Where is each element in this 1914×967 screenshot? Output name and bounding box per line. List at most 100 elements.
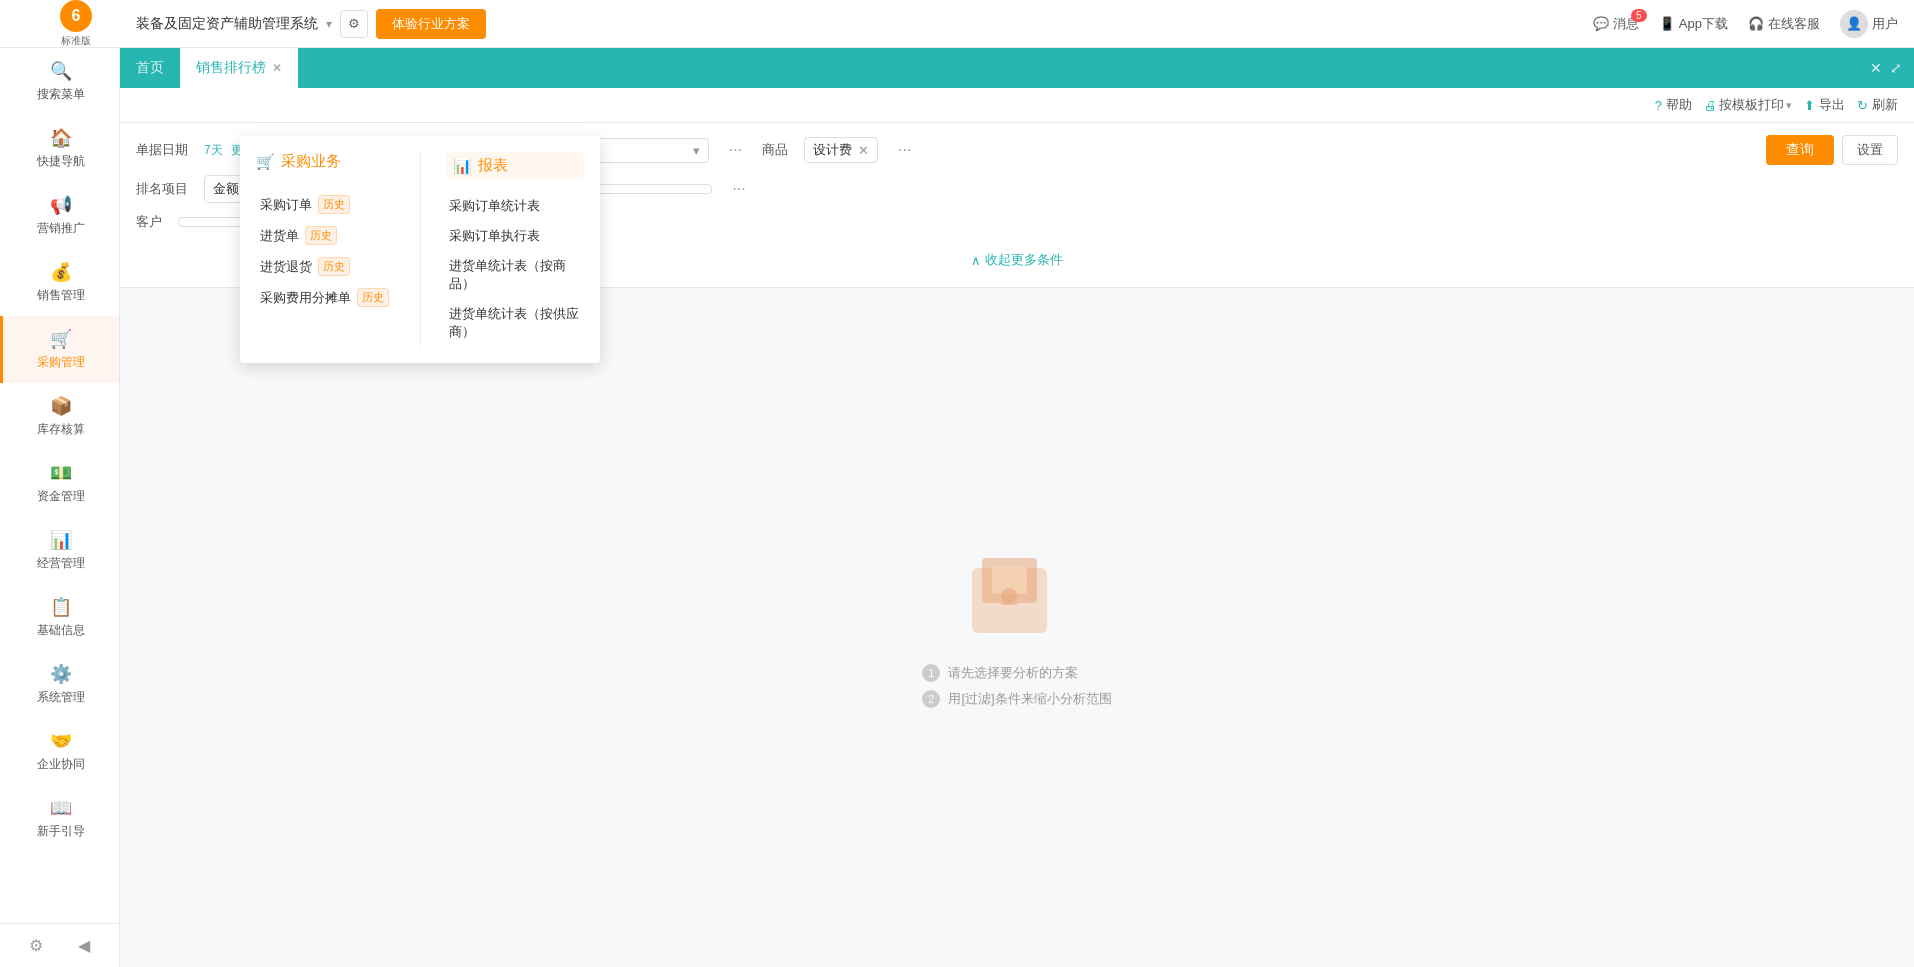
reports-col: 📊 报表 采购订单统计表 采购订单执行表 进货单统计表（按商品） 进货单统计表（… — [445, 152, 585, 347]
history-badge-0: 历史 — [318, 195, 350, 214]
refresh-icon: ↻ — [1857, 98, 1868, 113]
dropdown-item-stock-in[interactable]: 进货单 历史 — [256, 220, 396, 251]
goods-chip-value: 设计费 — [813, 141, 852, 159]
sidebar-item-purchase[interactable]: 🛒 采购管理 — [0, 316, 119, 383]
status-more-button[interactable]: ··· — [725, 141, 746, 159]
purchase-dropdown-menu: 🛒 采购业务 采购订单 历史 进货单 历史 进货退货 历史 采购费用分摊单 — [240, 136, 600, 363]
sidebar-collapse-button[interactable]: ◀ — [78, 936, 90, 955]
sidebar-item-base-info[interactable]: 📋 基础信息 — [0, 584, 119, 651]
help-label: 帮助 — [1666, 96, 1692, 114]
dropdown-item-stock-stats-goods[interactable]: 进货单统计表（按商品） — [445, 251, 585, 299]
guide-icon: 📖 — [50, 797, 72, 819]
goods-chip-close[interactable]: ✕ — [858, 143, 869, 158]
date-label: 单据日期 — [136, 141, 188, 159]
empty-illustration — [957, 548, 1077, 648]
tab-minimize-icon[interactable]: ✕ — [1870, 60, 1882, 76]
sidebar-item-inventory-label: 库存核算 — [37, 421, 85, 438]
operations-icon: 📊 — [50, 529, 72, 551]
empty-hints: 1 请先选择要分析的方案 2 用[过滤]条件来缩小分析范围 — [922, 664, 1111, 708]
print-button[interactable]: 🖨 按模板打印 ▾ — [1704, 96, 1792, 114]
dropdown-item-stock-stats-supplier[interactable]: 进货单统计表（按供应商） — [445, 299, 585, 347]
sidebar-item-sales[interactable]: 💰 销售管理 — [0, 249, 119, 316]
help-icon: ? — [1655, 98, 1662, 113]
svg-point-3 — [1001, 588, 1017, 604]
message-icon: 💬 — [1593, 16, 1609, 31]
sidebar-item-base-info-label: 基础信息 — [37, 622, 85, 639]
tab-home[interactable]: 首页 — [120, 48, 180, 88]
set-button[interactable]: 设置 — [1842, 135, 1898, 165]
goods-more-button[interactable]: ··· — [894, 141, 915, 159]
online-service-label: 在线客服 — [1768, 15, 1820, 33]
user-area[interactable]: 👤 用户 — [1840, 10, 1898, 38]
sidebar-item-operations[interactable]: 📊 经营管理 — [0, 517, 119, 584]
dropdown-item-purchase-expense-label: 采购费用分摊单 — [260, 289, 351, 307]
tab-sales-rank[interactable]: 销售排行榜 ✕ — [180, 48, 298, 88]
finance-icon: 💵 — [50, 462, 72, 484]
sidebar-item-enterprise[interactable]: 🤝 企业协同 — [0, 718, 119, 785]
messages-button[interactable]: 💬 消息 5 — [1593, 15, 1639, 33]
home-icon: 🏠 — [50, 127, 72, 149]
sidebar-settings-button[interactable]: ⚙ — [29, 936, 43, 955]
sidebar-item-purchase-label: 采购管理 — [37, 354, 85, 371]
sidebar-item-quick-nav[interactable]: 🏠 快捷导航 — [0, 115, 119, 182]
search-icon: 🔍 — [50, 60, 72, 82]
sidebar-item-guide[interactable]: 📖 新手引导 — [0, 785, 119, 852]
hint-num-1: 1 — [922, 664, 940, 682]
dropdown-item-stock-return[interactable]: 进货退货 历史 — [256, 251, 396, 282]
app-download-label: App下载 — [1679, 15, 1728, 33]
user-name: 用户 — [1872, 15, 1898, 33]
history-badge-3: 历史 — [357, 288, 389, 307]
app-download-button[interactable]: 📱 App下载 — [1659, 15, 1728, 33]
sidebar-item-operations-label: 经营管理 — [37, 555, 85, 572]
collapse-button[interactable]: ∧ 收起更多条件 — [971, 245, 1063, 275]
sidebar-item-guide-label: 新手引导 — [37, 823, 85, 840]
dropdown-item-order-stats-label: 采购订单统计表 — [449, 197, 540, 215]
help-button[interactable]: ? 帮助 — [1655, 96, 1692, 114]
system-title-arrow-icon[interactable]: ▾ — [326, 17, 332, 31]
print-icon: 🖨 — [1704, 98, 1717, 113]
toolbar: ? 帮助 🖨 按模板打印 ▾ ⬆ 导出 ↻ 刷新 — [120, 88, 1914, 123]
action-buttons: 查询 设置 — [1766, 135, 1898, 165]
system-title-area: 装备及固定资产辅助管理系统 ▾ ⚙ 体验行业方案 — [136, 9, 1593, 39]
dropdown-item-stock-stats-supplier-label: 进货单统计表（按供应商） — [449, 305, 581, 341]
sidebar-item-quick-nav-label: 快捷导航 — [37, 153, 85, 170]
logo-subtitle: 标准版 — [61, 34, 91, 48]
dropdown-item-purchase-order-label: 采购订单 — [260, 196, 312, 214]
online-service-button[interactable]: 🎧 在线客服 — [1748, 15, 1820, 33]
query-button[interactable]: 查询 — [1766, 135, 1834, 165]
purchase-icon: 🛒 — [50, 328, 72, 350]
date-shortcut-7d[interactable]: 7天 — [204, 142, 223, 159]
sidebar-item-inventory[interactable]: 📦 库存核算 — [0, 383, 119, 450]
dropdown-item-purchase-order[interactable]: 采购订单 历史 — [256, 189, 396, 220]
salesperson-more-button[interactable]: ··· — [728, 180, 749, 198]
tab-close-icon[interactable]: ✕ — [272, 61, 282, 75]
tab-sales-rank-label: 销售排行榜 — [196, 59, 266, 77]
export-button[interactable]: ⬆ 导出 — [1804, 96, 1845, 114]
sidebar-item-system[interactable]: ⚙️ 系统管理 — [0, 651, 119, 718]
dropdown-item-order-exec[interactable]: 采购订单执行表 — [445, 221, 585, 251]
history-badge-2: 历史 — [318, 257, 350, 276]
print-label: 按模板打印 — [1719, 96, 1784, 114]
reports-col-title: 📊 报表 — [445, 152, 585, 179]
refresh-button[interactable]: ↻ 刷新 — [1857, 96, 1898, 114]
dropdown-item-purchase-expense[interactable]: 采购费用分摊单 历史 — [256, 282, 396, 313]
collapse-label: 收起更多条件 — [985, 251, 1063, 269]
sidebar-item-marketing-label: 营销推广 — [37, 220, 85, 237]
user-avatar: 👤 — [1840, 10, 1868, 38]
refresh-label: 刷新 — [1872, 96, 1898, 114]
content-area: 首页 销售排行榜 ✕ ✕ ⤢ ? 帮助 🖨 按模板打印 ▾ ⬆ — [120, 48, 1914, 967]
sidebar-item-marketing[interactable]: 📢 营销推广 — [0, 182, 119, 249]
sidebar-item-search[interactable]: 🔍 搜索菜单 — [0, 48, 119, 115]
tab-fullscreen-icon[interactable]: ⤢ — [1890, 60, 1902, 76]
dropdown-item-stock-in-label: 进货单 — [260, 227, 299, 245]
collapse-up-icon: ∧ — [971, 253, 981, 268]
settings-icon[interactable]: ⚙ — [340, 10, 368, 38]
dropdown-item-order-stats[interactable]: 采购订单统计表 — [445, 191, 585, 221]
main-content-area: 1 请先选择要分析的方案 2 用[过滤]条件来缩小分析范围 — [120, 288, 1914, 967]
sidebar-item-finance[interactable]: 💵 资金管理 — [0, 450, 119, 517]
export-icon: ⬆ — [1804, 98, 1815, 113]
marketing-icon: 📢 — [50, 194, 72, 216]
print-arrow-icon[interactable]: ▾ — [1786, 99, 1792, 112]
sidebar-item-search-label: 搜索菜单 — [37, 86, 85, 103]
industry-button[interactable]: 体验行业方案 — [376, 9, 486, 39]
